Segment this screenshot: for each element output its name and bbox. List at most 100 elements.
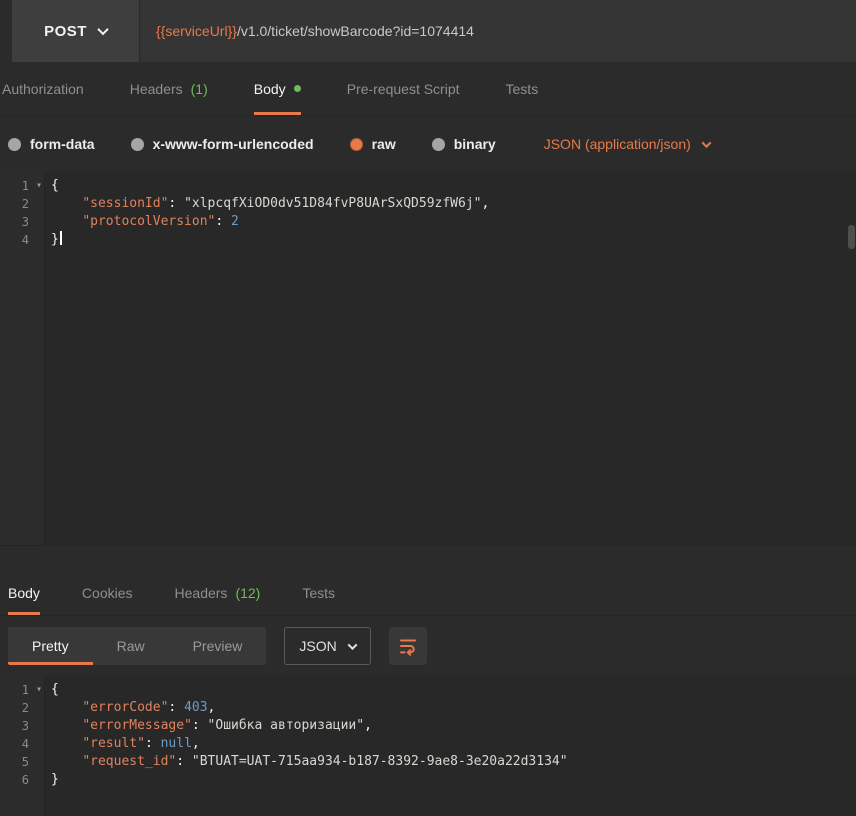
gutter: 6 [0, 771, 44, 789]
code-fold-icon[interactable]: ▾ [36, 681, 42, 699]
wrap-text-icon [399, 639, 416, 656]
code-line: 4 } [0, 231, 856, 249]
code-line: 4 "result": null, [0, 735, 856, 753]
view-switcher: Pretty Raw Preview [8, 627, 267, 665]
gutter: 4 [0, 735, 44, 753]
code-token: : [191, 718, 208, 733]
gutter: 3 [0, 213, 44, 231]
body-mode-form-data[interactable]: form-data [8, 136, 95, 152]
body-present-dot-icon [293, 85, 301, 92]
response-tabs: Body Cookies Headers (12) Tests [0, 570, 856, 616]
radio-icon [130, 137, 144, 151]
body-mode-urlencoded[interactable]: x-www-form-urlencoded [130, 136, 314, 152]
line-number: 2 [21, 701, 29, 715]
wrap-text-button[interactable] [388, 627, 427, 665]
url-path: /v1.0/ticket/showBarcode?id=1074414 [236, 23, 474, 39]
code-token: { [51, 682, 59, 697]
json-string: "xlpcqfXiOD0dv51D84fvP8UArSxQD59zfW6j" [184, 196, 482, 211]
code-token: , [191, 736, 200, 751]
json-key: "protocolVersion" [82, 214, 216, 229]
code-line: ▾ 1 { [0, 681, 856, 699]
code-token: : [215, 214, 232, 229]
line-number: 6 [21, 773, 29, 787]
request-tabs: Authorization Headers (1) Body Pre-reque… [0, 62, 856, 116]
radio-icon [8, 137, 21, 151]
response-format-selector[interactable]: JSON [284, 627, 371, 665]
response-tab-cookies[interactable]: Cookies [82, 570, 133, 615]
gutter: 2 [0, 699, 44, 717]
tab-tests[interactable]: Tests [506, 62, 539, 115]
response-tab-headers[interactable]: Headers (12) [175, 570, 261, 615]
gutter: 3 [0, 717, 44, 735]
code-token: : [168, 700, 185, 715]
response-body-editor[interactable]: ▾ 1 { 2 "errorCode": 403, 3 "errorMessag… [0, 676, 856, 816]
body-mode-binary[interactable]: binary [431, 136, 496, 152]
scrollbar-thumb[interactable] [848, 225, 855, 249]
code-line: 2 "errorCode": 403, [0, 699, 856, 717]
tab-authorization[interactable]: Authorization [2, 62, 84, 115]
tab-headers[interactable]: Headers (1) [130, 62, 208, 115]
code-token: } [51, 232, 59, 247]
line-number: 4 [21, 233, 29, 247]
content-type-selector[interactable]: JSON (application/json) [544, 136, 712, 152]
line-number: 1 [21, 179, 29, 193]
chevron-down-icon [97, 23, 109, 36]
body-mode-raw[interactable]: raw [349, 136, 396, 152]
gutter: 5 [0, 753, 44, 771]
view-tab-pretty[interactable]: Pretty [8, 627, 93, 665]
line-number: 5 [21, 755, 29, 769]
headers-count-badge: (1) [190, 80, 208, 97]
pane-splitter[interactable] [0, 545, 856, 570]
line-number: 4 [21, 737, 29, 751]
code-line: 3 "protocolVersion": 2 [0, 213, 856, 231]
line-number: 3 [21, 719, 29, 733]
request-url-bar: POST {{serviceUrl}}/v1.0/ticket/showBarc… [0, 0, 856, 62]
headers-count-badge: (12) [235, 584, 261, 601]
code-token: { [51, 178, 59, 193]
postman-app: POST {{serviceUrl}}/v1.0/ticket/showBarc… [0, 0, 856, 816]
code-line: 3 "errorMessage": "Ошибка авторизации", [0, 717, 856, 735]
method-selector[interactable]: POST [12, 0, 140, 62]
code-token: } [51, 772, 59, 787]
code-line: 5 "request_id": "BTUAT=UAT-715aa934-b187… [0, 753, 856, 771]
response-tab-tests[interactable]: Tests [302, 570, 335, 615]
gutter: ▾ 1 [0, 681, 44, 699]
json-number: 403 [184, 700, 208, 715]
json-string: "BTUAT=UAT-715aa934-b187-8392-9ae8-3e20a… [191, 754, 568, 769]
request-body-editor[interactable]: ▾ 1 { 2 "sessionId": "xlpcqfXiOD0dv51D84… [0, 172, 856, 545]
view-tab-raw[interactable]: Raw [93, 627, 169, 665]
view-tab-preview[interactable]: Preview [169, 627, 267, 665]
code-token: , [364, 718, 372, 733]
code-fold-icon[interactable]: ▾ [36, 177, 42, 195]
url-input[interactable]: {{serviceUrl}}/v1.0/ticket/showBarcode?i… [140, 0, 856, 62]
json-key: "request_id" [82, 754, 177, 769]
gutter: ▾ 1 [0, 177, 44, 195]
code-token: : [176, 754, 192, 769]
url-variable: {{serviceUrl}} [156, 23, 237, 39]
response-toolbar: Pretty Raw Preview JSON [0, 616, 856, 676]
json-key: "errorMessage" [82, 718, 192, 733]
gutter: 2 [0, 195, 44, 213]
code-token: : [144, 736, 161, 751]
method-label: POST [44, 22, 87, 40]
radio-selected-icon [349, 137, 363, 151]
line-number: 1 [21, 683, 29, 697]
code-line: 2 "sessionId": "xlpcqfXiOD0dv51D84fvP8UA… [0, 195, 856, 213]
line-number: 3 [21, 215, 29, 229]
tab-body[interactable]: Body [253, 62, 301, 115]
code-token: : [168, 196, 185, 211]
response-tab-body[interactable]: Body [8, 570, 40, 615]
code-line: ▾ 1 { [0, 177, 856, 195]
body-mode-row: form-data x-www-form-urlencoded raw bina… [0, 116, 856, 172]
json-string: "Ошибка авторизации" [207, 718, 365, 733]
text-cursor [59, 231, 62, 245]
gutter: 4 [0, 231, 44, 249]
chevron-down-icon [347, 639, 358, 650]
radio-icon [431, 137, 445, 151]
tab-pre-request-script[interactable]: Pre-request Script [347, 62, 460, 115]
code-line: 6 } [0, 771, 856, 789]
